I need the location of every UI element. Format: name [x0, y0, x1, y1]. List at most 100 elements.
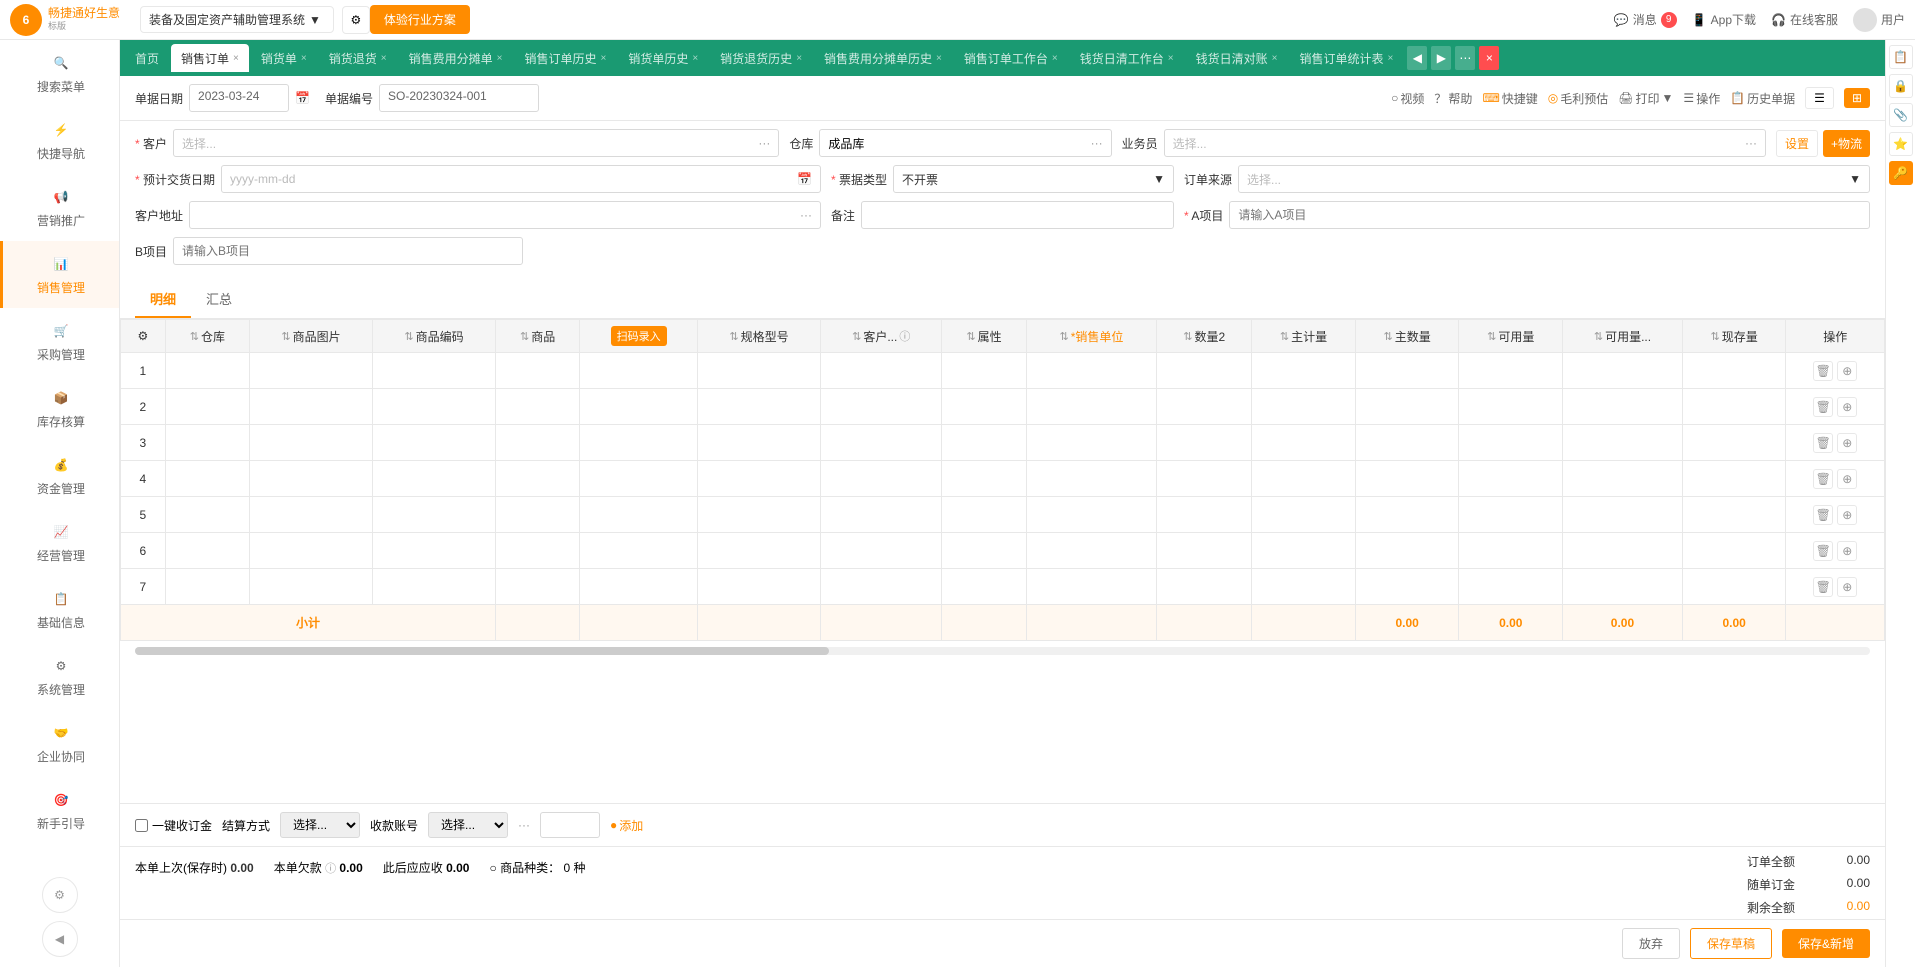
row-spec[interactable]: [698, 389, 821, 425]
row-copy-btn[interactable]: ⊕: [1837, 541, 1857, 561]
history-btn[interactable]: 📋 历史单据: [1730, 90, 1795, 107]
col-attributes[interactable]: ⇅属性: [942, 320, 1026, 353]
sidebar-item-purchase[interactable]: 🛒 采购管理: [0, 308, 119, 375]
tab-sales-fee-history[interactable]: 销售费用分摊单历史 ×: [814, 44, 952, 72]
row-copy-btn[interactable]: ⊕: [1837, 433, 1857, 453]
row-qty2[interactable]: [1157, 497, 1252, 533]
col-spec[interactable]: ⇅规格型号: [698, 320, 821, 353]
solution-button[interactable]: 体验行业方案: [370, 5, 470, 34]
row-customer-code[interactable]: [821, 533, 942, 569]
sidebar-item-finance[interactable]: 💰 资金管理: [0, 442, 119, 509]
row-main-qty[interactable]: [1355, 389, 1459, 425]
sidebar-item-inventory[interactable]: 📦 库存核算: [0, 375, 119, 442]
row-attributes[interactable]: [942, 569, 1026, 605]
row-qty2[interactable]: [1157, 533, 1252, 569]
row-customer-code[interactable]: [821, 461, 942, 497]
sidebar-settings-btn[interactable]: ⚙: [42, 877, 78, 913]
tab-close-sales-fee-history[interactable]: ×: [936, 53, 942, 64]
row-delete-btn[interactable]: 🗑: [1813, 397, 1833, 417]
tab-daily-reconcile[interactable]: 钱货日清对账 ×: [1186, 44, 1288, 72]
row-stock[interactable]: [1682, 389, 1786, 425]
row-warehouse[interactable]: [165, 569, 249, 605]
operation-btn[interactable]: ☰ 操作: [1683, 90, 1720, 107]
tab-sales-invoice-history[interactable]: 销货单历史 ×: [618, 44, 708, 72]
row-delete-btn[interactable]: 🗑: [1813, 577, 1833, 597]
tab-detail[interactable]: 明细: [135, 281, 191, 318]
col-qty2[interactable]: ⇅数量2: [1157, 320, 1252, 353]
user-item[interactable]: 用户: [1853, 8, 1905, 32]
tab-more-btn[interactable]: ⋯: [1455, 46, 1475, 70]
row-available2[interactable]: [1563, 425, 1683, 461]
tab-close-sales-return-history[interactable]: ×: [796, 53, 802, 64]
sidebar-item-system[interactable]: ⚙ 系统管理: [0, 643, 119, 710]
row-stock[interactable]: [1682, 461, 1786, 497]
row-attributes[interactable]: [942, 497, 1026, 533]
system-selector[interactable]: 装备及固定资产辅助管理系统 ▼: [140, 6, 334, 33]
address-dots[interactable]: ···: [800, 208, 812, 222]
row-copy-btn[interactable]: ⊕: [1837, 577, 1857, 597]
expected-date-input[interactable]: yyyy-mm-dd 📅: [221, 165, 821, 193]
row-code[interactable]: [373, 389, 496, 425]
row-product[interactable]: [496, 533, 580, 569]
row-spec[interactable]: [698, 353, 821, 389]
row-unit[interactable]: [1026, 569, 1157, 605]
note-input[interactable]: [861, 201, 1174, 229]
row-qty2[interactable]: [1157, 389, 1252, 425]
row-available2[interactable]: [1563, 533, 1683, 569]
sidebar-item-operations[interactable]: 📈 经营管理: [0, 509, 119, 576]
tab-daily-workbench[interactable]: 钱货日清工作台 ×: [1070, 44, 1184, 72]
row-copy-btn[interactable]: ⊕: [1837, 505, 1857, 525]
row-available[interactable]: [1459, 353, 1563, 389]
row-available2[interactable]: [1563, 569, 1683, 605]
settings-panel-btn[interactable]: 设置: [1776, 130, 1818, 157]
row-main-qty[interactable]: [1355, 353, 1459, 389]
row-qty2[interactable]: [1157, 425, 1252, 461]
col-main-qty[interactable]: ⇅主数量: [1355, 320, 1459, 353]
row-delete-btn[interactable]: 🗑: [1813, 505, 1833, 525]
row-customer-code[interactable]: [821, 497, 942, 533]
row-qty2[interactable]: [1157, 461, 1252, 497]
right-panel-attach[interactable]: 📎: [1889, 103, 1913, 127]
tab-sales-order[interactable]: 销售订单 ×: [171, 44, 249, 72]
row-copy-btn[interactable]: ⊕: [1837, 469, 1857, 489]
settings-icon[interactable]: ⚙: [342, 6, 370, 34]
tab-close-sales-invoice[interactable]: ×: [301, 53, 307, 64]
col-unit[interactable]: ⇅*销售单位: [1026, 320, 1157, 353]
row-product[interactable]: [496, 461, 580, 497]
row-spec[interactable]: [698, 497, 821, 533]
sidebar-collapse-btn[interactable]: ◀: [42, 921, 78, 957]
print-btn[interactable]: 🖨 打印 ▼: [1618, 90, 1673, 107]
row-code[interactable]: [373, 425, 496, 461]
row-available[interactable]: [1459, 389, 1563, 425]
discard-button[interactable]: 放弃: [1622, 928, 1680, 959]
row-available2[interactable]: [1563, 497, 1683, 533]
right-panel-clipboard[interactable]: 📋: [1889, 45, 1913, 69]
expected-date-calendar[interactable]: 📅: [797, 172, 812, 186]
col-image[interactable]: ⇅商品图片: [250, 320, 373, 353]
row-spec[interactable]: [698, 461, 821, 497]
tab-summary[interactable]: 汇总: [191, 281, 247, 318]
row-main-qty[interactable]: [1355, 497, 1459, 533]
warehouse-dots[interactable]: ···: [1091, 136, 1103, 150]
sidebar-item-marketing[interactable]: 📢 营销推广: [0, 174, 119, 241]
row-main-qty[interactable]: [1355, 425, 1459, 461]
scrollbar-thumb[interactable]: [135, 647, 829, 655]
row-product[interactable]: [496, 353, 580, 389]
col-stock[interactable]: ⇅现存量: [1682, 320, 1786, 353]
row-attributes[interactable]: [942, 425, 1026, 461]
row-spec[interactable]: [698, 569, 821, 605]
row-customer-code[interactable]: [821, 353, 942, 389]
horizontal-scrollbar[interactable]: [135, 647, 1870, 655]
col-main-unit[interactable]: ⇅主计量: [1252, 320, 1356, 353]
row-warehouse[interactable]: [165, 353, 249, 389]
row-main-qty[interactable]: [1355, 533, 1459, 569]
amount-input[interactable]: 0.00: [540, 812, 600, 838]
row-warehouse[interactable]: [165, 389, 249, 425]
row-warehouse[interactable]: [165, 533, 249, 569]
sidebar-item-search[interactable]: 🔍 搜索菜单: [0, 40, 119, 107]
tab-sales-stats[interactable]: 销售订单统计表 ×: [1289, 44, 1403, 72]
row-available2[interactable]: [1563, 461, 1683, 497]
row-unit[interactable]: [1026, 533, 1157, 569]
tab-close-sales-return[interactable]: ×: [381, 53, 387, 64]
row-main-unit[interactable]: [1252, 461, 1356, 497]
